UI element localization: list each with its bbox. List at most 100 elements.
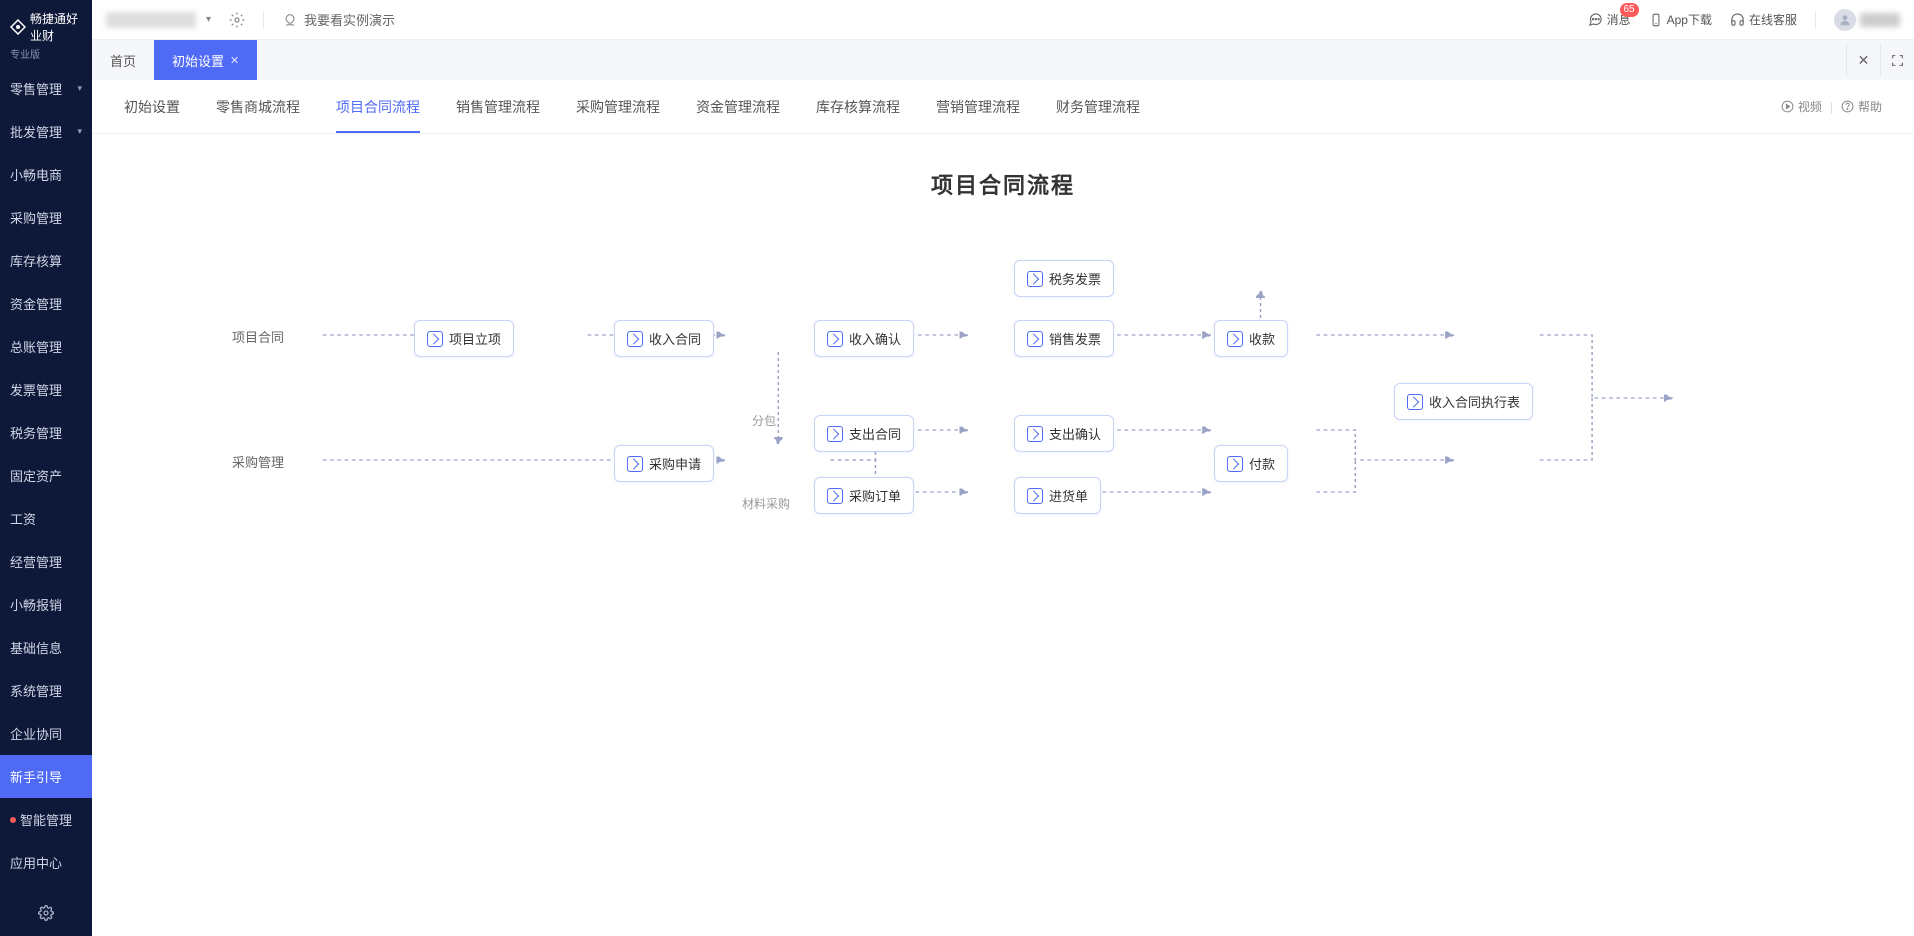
demo-link[interactable]: 我要看实例演示	[282, 10, 395, 29]
subtab-4[interactable]: 采购管理流程	[576, 80, 660, 133]
brand-icon	[10, 19, 26, 35]
doc-icon	[1027, 488, 1043, 504]
company-selector[interactable]: ▾	[106, 12, 211, 28]
sidebar-item-10[interactable]: 工资	[0, 497, 92, 540]
node-collect[interactable]: 收款	[1214, 320, 1288, 357]
sidebar-item-18[interactable]: 应用中心	[0, 841, 92, 884]
node-income-confirm[interactable]: 收入确认	[814, 320, 914, 357]
flow-title: 项目合同流程	[92, 134, 1914, 200]
sidebar-item-17[interactable]: 智能管理	[0, 798, 92, 841]
doc-icon	[1027, 271, 1043, 287]
node-purchase-request[interactable]: 采购申请	[614, 445, 714, 482]
sidebar-item-16[interactable]: 新手引导	[0, 755, 92, 798]
node-tax-invoice[interactable]: 税务发票	[1014, 260, 1114, 297]
sidebar-item-15[interactable]: 企业协同	[0, 712, 92, 755]
sidebar-item-6[interactable]: 总账管理	[0, 325, 92, 368]
content-area: 项目合同流程 项目合同 采购管	[92, 134, 1914, 936]
fullscreen-button[interactable]	[1880, 43, 1914, 77]
tab-1[interactable]: 初始设置✕	[154, 40, 257, 80]
subtab-3[interactable]: 销售管理流程	[456, 80, 540, 133]
sidebar-item-3[interactable]: 采购管理	[0, 196, 92, 239]
chevron-down-icon: ▾	[206, 14, 211, 25]
doc-icon	[827, 488, 843, 504]
sidebar-item-9[interactable]: 固定资产	[0, 454, 92, 497]
tab-0[interactable]: 首页	[92, 40, 154, 80]
messages-badge: 65	[1620, 3, 1639, 17]
brand-edition: 专业版	[10, 46, 86, 61]
node-label: 采购订单	[849, 486, 901, 505]
sidebar-item-label: 应用中心	[10, 853, 82, 872]
subtab-5[interactable]: 资金管理流程	[696, 80, 780, 133]
subtab-7[interactable]: 营销管理流程	[936, 80, 1020, 133]
tabbar: 首页初始设置✕ ✕	[92, 40, 1914, 80]
subtab-0[interactable]: 初始设置	[124, 80, 180, 133]
node-expense-confirm[interactable]: 支出确认	[1014, 415, 1114, 452]
doc-icon	[1227, 456, 1243, 472]
settings-icon[interactable]	[229, 12, 245, 28]
help-link[interactable]: 帮助	[1841, 98, 1882, 115]
sidebar-item-label: 批发管理	[10, 122, 77, 141]
node-exec-report[interactable]: 收入合同执行表	[1394, 383, 1533, 420]
sidebar-item-label: 系统管理	[10, 681, 82, 700]
chevron-down-icon: ▾	[77, 83, 82, 94]
settings-gear-icon[interactable]	[38, 909, 54, 924]
subtab-2[interactable]: 项目合同流程	[336, 80, 420, 133]
subtab-8[interactable]: 财务管理流程	[1056, 80, 1140, 133]
sidebar-nav: 零售管理▾批发管理▾小畅电商采购管理库存核算资金管理总账管理发票管理税务管理固定…	[0, 67, 92, 893]
doc-icon	[427, 331, 443, 347]
separator: |	[1830, 100, 1833, 114]
subtab-1[interactable]: 零售商城流程	[216, 80, 300, 133]
sidebar-item-label: 资金管理	[10, 294, 82, 313]
sidebar-item-8[interactable]: 税务管理	[0, 411, 92, 454]
dot-indicator	[10, 817, 16, 823]
sidebar-item-12[interactable]: 小畅报销	[0, 583, 92, 626]
sidebar-item-label: 零售管理	[10, 79, 77, 98]
sidebar-item-label: 企业协同	[10, 724, 82, 743]
node-label: 采购申请	[649, 454, 701, 473]
video-link[interactable]: 视频	[1781, 98, 1822, 115]
node-sales-invoice[interactable]: 销售发票	[1014, 320, 1114, 357]
subtab-6[interactable]: 库存核算流程	[816, 80, 900, 133]
sidebar-item-13[interactable]: 基础信息	[0, 626, 92, 669]
topbar: ▾ 我要看实例演示 消息 65 App下载 在线客服	[92, 0, 1914, 40]
node-goods-receipt[interactable]: 进货单	[1014, 477, 1101, 514]
sidebar-item-11[interactable]: 经营管理	[0, 540, 92, 583]
divider	[263, 11, 264, 29]
node-label: 收款	[1249, 329, 1275, 348]
sidebar-item-0[interactable]: 零售管理▾	[0, 67, 92, 110]
close-icon[interactable]: ✕	[230, 54, 239, 67]
close-all-tabs-button[interactable]: ✕	[1846, 43, 1880, 77]
sidebar-item-label: 经营管理	[10, 552, 82, 571]
node-label: 收入合同执行表	[1429, 392, 1520, 411]
sidebar-item-1[interactable]: 批发管理▾	[0, 110, 92, 153]
sidebar-item-14[interactable]: 系统管理	[0, 669, 92, 712]
row-label-purchase: 采购管理	[232, 452, 284, 471]
sidebar-item-4[interactable]: 库存核算	[0, 239, 92, 282]
sidebar-item-label: 采购管理	[10, 208, 82, 227]
doc-icon	[627, 456, 643, 472]
edge-label-material: 材料采购	[742, 495, 790, 512]
video-label: 视频	[1798, 98, 1822, 115]
user-name-redacted	[1860, 13, 1900, 27]
sidebar-item-label: 小畅报销	[10, 595, 82, 614]
sidebar-item-label: 智能管理	[20, 810, 82, 829]
sidebar-item-label: 基础信息	[10, 638, 82, 657]
node-pay[interactable]: 付款	[1214, 445, 1288, 482]
node-label: 收入合同	[649, 329, 701, 348]
messages-link[interactable]: 消息 65	[1588, 11, 1631, 28]
app-download-link[interactable]: App下载	[1649, 11, 1712, 28]
sidebar-item-5[interactable]: 资金管理	[0, 282, 92, 325]
user-menu[interactable]	[1834, 9, 1900, 31]
divider	[1815, 11, 1816, 29]
support-link[interactable]: 在线客服	[1730, 11, 1797, 28]
sidebar-item-2[interactable]: 小畅电商	[0, 153, 92, 196]
node-income-contract[interactable]: 收入合同	[614, 320, 714, 357]
brand-logo: 畅捷通好业财 专业版	[0, 0, 92, 67]
sidebar-item-7[interactable]: 发票管理	[0, 368, 92, 411]
support-label: 在线客服	[1749, 11, 1797, 28]
edge-label-subcontract: 分包	[752, 412, 776, 429]
node-expense-contract[interactable]: 支出合同	[814, 415, 914, 452]
node-project-init[interactable]: 项目立项	[414, 320, 514, 357]
node-purchase-order[interactable]: 采购订单	[814, 477, 914, 514]
company-name-redacted	[106, 12, 196, 28]
